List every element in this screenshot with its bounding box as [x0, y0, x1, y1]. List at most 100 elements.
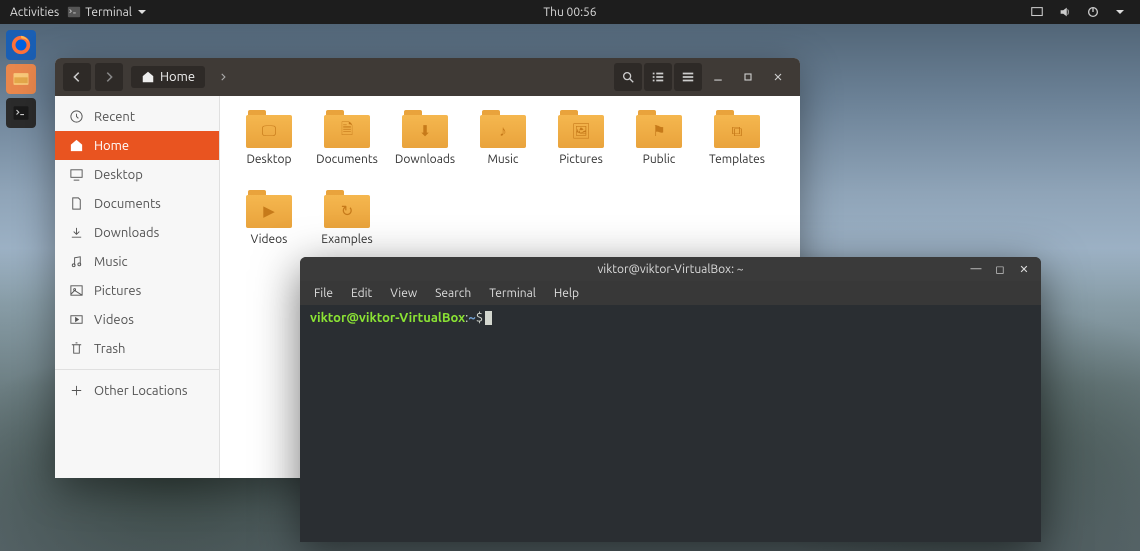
files-headerbar: Home: [55, 58, 800, 96]
trash-icon: [69, 341, 84, 356]
sidebar-item-label: Videos: [94, 313, 134, 327]
terminal-close-button[interactable]: ✕: [1017, 262, 1031, 276]
volume-icon[interactable]: [1058, 5, 1072, 19]
sidebar-item-pictures[interactable]: Pictures: [55, 276, 219, 305]
sidebar-item-other-locations[interactable]: Other Locations: [55, 376, 219, 405]
videos-glyph-icon: ▶: [263, 202, 275, 220]
app-menu[interactable]: Terminal: [67, 5, 146, 19]
folder-label: Examples: [321, 233, 372, 246]
folder-downloads[interactable]: ⬇ Downloads: [386, 110, 464, 190]
terminal-maximize-button[interactable]: ◻: [993, 262, 1007, 276]
back-button[interactable]: [63, 63, 91, 91]
folder-label: Downloads: [395, 153, 455, 166]
screen-icon[interactable]: [1030, 5, 1044, 19]
terminal-titlebar[interactable]: viktor@viktor-VirtualBox: ~ — ◻ ✕: [300, 257, 1041, 281]
activities-button[interactable]: Activities: [10, 6, 59, 19]
gnome-topbar: Activities Terminal Thu 00:56: [0, 0, 1140, 24]
plus-icon: [69, 383, 84, 398]
clock[interactable]: Thu 00:56: [543, 6, 596, 19]
files-sidebar: Recent Home Desktop Documents Downloads …: [55, 96, 220, 478]
folder-music[interactable]: ♪Music: [464, 110, 542, 190]
menu-terminal[interactable]: Terminal: [489, 287, 536, 300]
search-icon: [621, 70, 635, 84]
sidebar-item-desktop[interactable]: Desktop: [55, 160, 219, 189]
menu-search[interactable]: Search: [435, 287, 471, 300]
sidebar-item-home[interactable]: Home: [55, 131, 219, 160]
menu-file[interactable]: File: [314, 287, 333, 300]
sidebar-item-label: Desktop: [94, 168, 143, 182]
folder-documents[interactable]: 🗎 Documents: [308, 110, 386, 190]
sidebar-item-label: Home: [94, 139, 129, 153]
prompt-userhost: viktor@viktor-VirtualBox: [310, 311, 465, 325]
sidebar-item-label: Trash: [94, 342, 125, 356]
sidebar-item-trash[interactable]: Trash: [55, 334, 219, 363]
prompt-dollar: $: [476, 311, 483, 325]
document-icon: [69, 196, 84, 211]
desktop-glyph-icon: 🖵: [262, 122, 276, 140]
chevron-right-icon: [218, 72, 228, 82]
public-glyph-icon: ⚑: [652, 122, 665, 140]
videos-icon: [69, 312, 84, 327]
launcher-files[interactable]: [6, 64, 36, 94]
chevron-left-icon: [70, 70, 84, 84]
close-button[interactable]: [764, 63, 792, 91]
view-list-button[interactable]: [644, 63, 672, 91]
chevron-right-icon: [102, 70, 116, 84]
terminal-minimize-button[interactable]: —: [969, 262, 983, 276]
folder-label: Templates: [709, 153, 765, 166]
folder-public[interactable]: ⚑ Public: [620, 110, 698, 190]
sidebar-item-downloads[interactable]: Downloads: [55, 218, 219, 247]
desktop-icon: [69, 167, 84, 182]
menu-edit[interactable]: Edit: [351, 287, 372, 300]
sidebar-item-label: Recent: [94, 110, 135, 124]
launcher-terminal[interactable]: [6, 98, 36, 128]
minimize-button[interactable]: [704, 63, 732, 91]
hamburger-button[interactable]: [674, 63, 702, 91]
power-icon[interactable]: [1086, 5, 1100, 19]
close-icon: [772, 71, 784, 83]
folder-label: Videos: [251, 233, 288, 246]
terminal-title-text: viktor@viktor-VirtualBox: ~: [597, 263, 743, 276]
sidebar-item-label: Documents: [94, 197, 161, 211]
folder-label: Documents: [316, 153, 378, 166]
forward-button[interactable]: [95, 63, 123, 91]
document-glyph-icon: 🗎: [341, 119, 353, 144]
menu-help[interactable]: Help: [554, 287, 579, 300]
sidebar-item-label: Pictures: [94, 284, 141, 298]
sidebar-item-label: Music: [94, 255, 128, 269]
music-icon: [69, 254, 84, 269]
search-button[interactable]: [614, 63, 642, 91]
list-icon: [651, 70, 665, 84]
folder-pictures[interactable]: 🖼Pictures: [542, 110, 620, 190]
download-icon: [69, 225, 84, 240]
folder-desktop[interactable]: 🖵 Desktop: [230, 110, 308, 190]
home-icon: [141, 70, 155, 84]
download-glyph-icon: ⬇: [419, 122, 432, 140]
sidebar-item-music[interactable]: Music: [55, 247, 219, 276]
prompt-path: ~: [468, 311, 475, 325]
path-label: Home: [160, 70, 195, 84]
terminal-cursor: [485, 311, 492, 325]
path-home[interactable]: Home: [131, 66, 205, 88]
firefox-icon: [10, 34, 32, 56]
home-icon: [69, 138, 84, 153]
maximize-button[interactable]: [734, 63, 762, 91]
terminal-menubar: File Edit View Search Terminal Help: [300, 281, 1041, 305]
sidebar-item-recent[interactable]: Recent: [55, 102, 219, 131]
terminal-content[interactable]: viktor@viktor-VirtualBox:~$: [300, 305, 1041, 542]
folder-label: Public: [643, 153, 676, 166]
folder-videos[interactable]: ▶ Videos: [230, 190, 308, 270]
dock: [6, 30, 36, 128]
folder-templates[interactable]: ⧉Templates: [698, 110, 776, 190]
menu-icon: [681, 70, 695, 84]
sidebar-item-videos[interactable]: Videos: [55, 305, 219, 334]
minimize-icon: [712, 71, 724, 83]
launcher-firefox[interactable]: [6, 30, 36, 60]
menu-view[interactable]: View: [390, 287, 417, 300]
clock-icon: [69, 109, 84, 124]
sidebar-item-documents[interactable]: Documents: [55, 189, 219, 218]
chevron-down-icon: [138, 10, 146, 14]
path-next-chevron[interactable]: [209, 63, 237, 91]
system-menu-chevron-icon[interactable]: [1116, 10, 1124, 14]
folder-label: Desktop: [246, 153, 291, 166]
